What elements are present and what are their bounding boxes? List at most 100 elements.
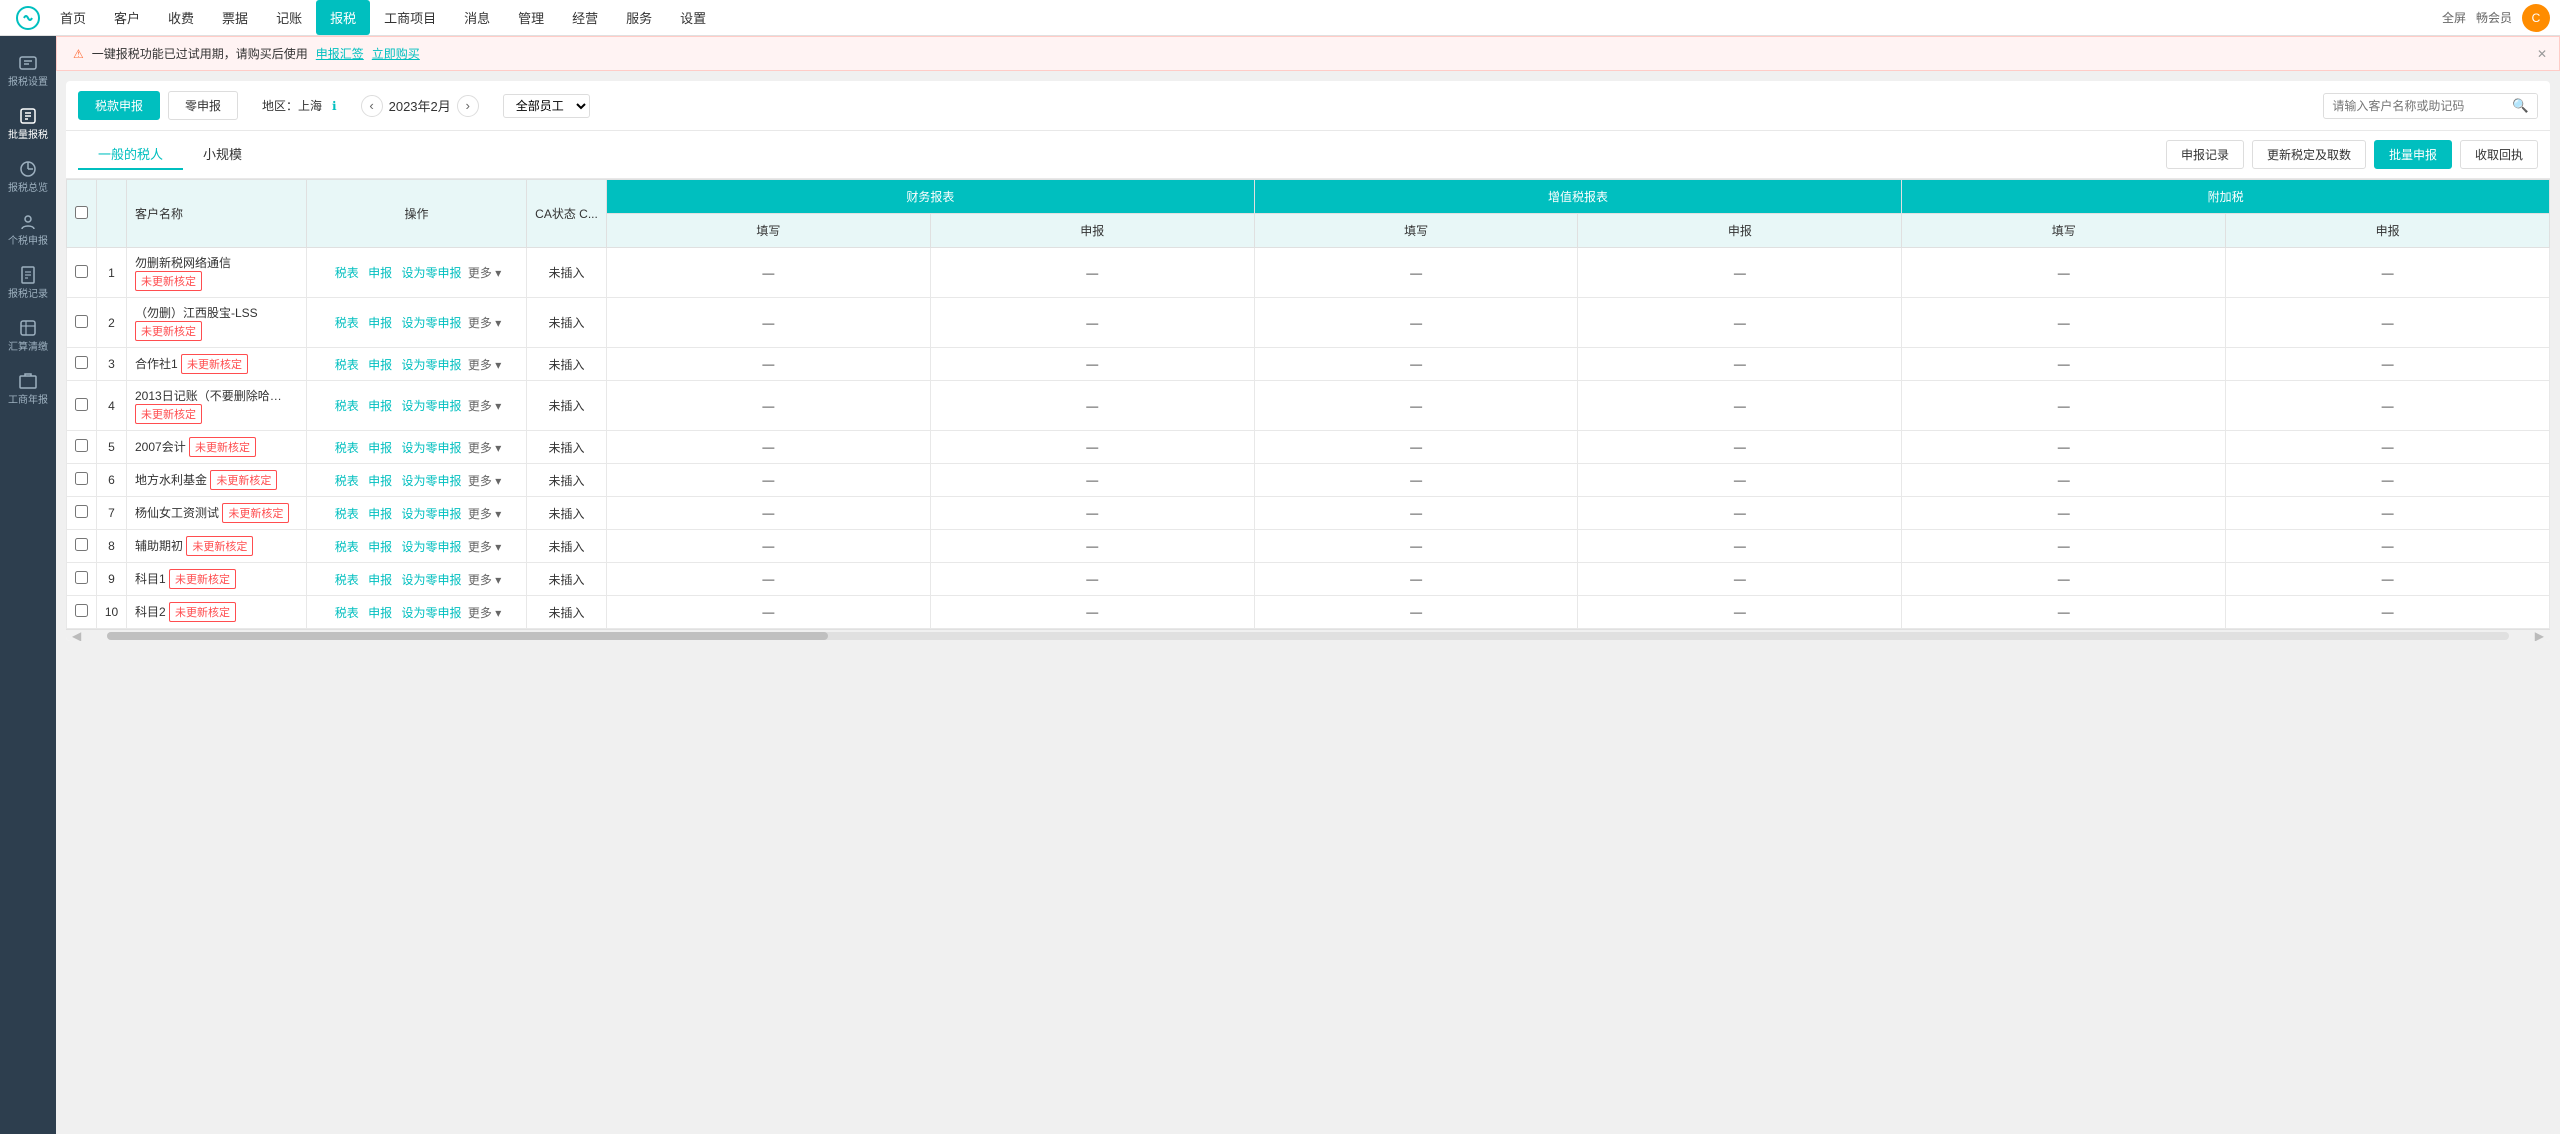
nav-settings[interactable]: 设置 bbox=[666, 0, 720, 35]
op-more-8[interactable]: 更多 ▾ bbox=[468, 573, 501, 587]
sidebar-item-annual-settlement[interactable]: 汇算清缴 bbox=[0, 309, 56, 362]
batch-declare-btn[interactable]: 批量申报 bbox=[2374, 140, 2452, 169]
scroll-left-btn[interactable]: ◀ bbox=[66, 629, 87, 641]
op-zero-3[interactable]: 设为零申报 bbox=[402, 399, 462, 413]
sub-tab-small[interactable]: 小规模 bbox=[183, 139, 262, 170]
staff-select[interactable]: 全部员工 bbox=[503, 94, 590, 118]
row-checkbox-4[interactable] bbox=[75, 439, 88, 452]
scroll-right-btn[interactable]: ▶ bbox=[2529, 629, 2550, 641]
row-checkbox-7[interactable] bbox=[75, 538, 88, 551]
search-input[interactable] bbox=[2324, 95, 2504, 117]
op-zero-0[interactable]: 设为零申报 bbox=[402, 266, 462, 280]
banner-link-declare[interactable]: 申报汇签 bbox=[316, 45, 364, 62]
op-declare-0[interactable]: 申报 bbox=[368, 266, 392, 280]
nav-operation[interactable]: 经营 bbox=[558, 0, 612, 35]
tab-zero-declare[interactable]: 零申报 bbox=[168, 91, 238, 120]
op-zero-4[interactable]: 设为零申报 bbox=[402, 441, 462, 455]
op-zero-1[interactable]: 设为零申报 bbox=[402, 316, 462, 330]
op-zero-9[interactable]: 设为零申报 bbox=[402, 606, 462, 620]
user-avatar[interactable]: C bbox=[2522, 4, 2550, 32]
row-checkbox-cell[interactable] bbox=[67, 248, 97, 298]
row-checkbox-3[interactable] bbox=[75, 398, 88, 411]
sidebar-item-tax-settings[interactable]: 报税设置 bbox=[0, 44, 56, 97]
row-checkbox-0[interactable] bbox=[75, 265, 88, 278]
op-declare-4[interactable]: 申报 bbox=[368, 441, 392, 455]
op-zero-7[interactable]: 设为零申报 bbox=[402, 540, 462, 554]
nav-tax[interactable]: 报税 bbox=[316, 0, 370, 35]
declare-record-btn[interactable]: 申报记录 bbox=[2166, 140, 2244, 169]
op-taxform-2[interactable]: 税表 bbox=[335, 358, 359, 372]
nav-manage[interactable]: 管理 bbox=[504, 0, 558, 35]
op-zero-8[interactable]: 设为零申报 bbox=[402, 573, 462, 587]
upgrade-btn[interactable]: 畅会员 bbox=[2476, 9, 2512, 26]
nav-bookkeeping[interactable]: 记账 bbox=[262, 0, 316, 35]
sidebar-item-batch-tax[interactable]: 批量报税 bbox=[0, 97, 56, 150]
fullscreen-btn[interactable]: 全屏 bbox=[2442, 9, 2466, 26]
op-declare-5[interactable]: 申报 bbox=[368, 474, 392, 488]
search-button[interactable]: 🔍 bbox=[2504, 94, 2537, 118]
row-checkbox-8[interactable] bbox=[75, 571, 88, 584]
row-checkbox-cell[interactable] bbox=[67, 596, 97, 629]
sidebar-item-business-annual[interactable]: 工商年报 bbox=[0, 362, 56, 415]
sidebar-item-record[interactable]: 报税记录 bbox=[0, 256, 56, 309]
sidebar-item-overview[interactable]: 报税总览 bbox=[0, 150, 56, 203]
op-declare-8[interactable]: 申报 bbox=[368, 573, 392, 587]
app-logo[interactable] bbox=[10, 0, 46, 36]
prev-date-btn[interactable]: ‹ bbox=[361, 95, 383, 117]
nav-billing[interactable]: 收费 bbox=[154, 0, 208, 35]
row-checkbox-cell[interactable] bbox=[67, 298, 97, 348]
op-more-0[interactable]: 更多 ▾ bbox=[468, 266, 501, 280]
nav-message[interactable]: 消息 bbox=[450, 0, 504, 35]
sub-tab-general[interactable]: 一般的税人 bbox=[78, 139, 183, 170]
op-more-1[interactable]: 更多 ▾ bbox=[468, 316, 501, 330]
op-declare-1[interactable]: 申报 bbox=[368, 316, 392, 330]
op-taxform-9[interactable]: 税表 bbox=[335, 606, 359, 620]
row-checkbox-6[interactable] bbox=[75, 505, 88, 518]
op-taxform-5[interactable]: 税表 bbox=[335, 474, 359, 488]
scroll-thumb[interactable] bbox=[107, 632, 827, 640]
horizontal-scrollbar[interactable]: ◀ ▶ bbox=[66, 629, 2550, 641]
tab-tax-declare[interactable]: 税款申报 bbox=[78, 91, 160, 120]
banner-close-btn[interactable]: ✕ bbox=[2537, 47, 2547, 61]
op-declare-9[interactable]: 申报 bbox=[368, 606, 392, 620]
row-checkbox-9[interactable] bbox=[75, 604, 88, 617]
op-taxform-6[interactable]: 税表 bbox=[335, 507, 359, 521]
nav-invoice[interactable]: 票据 bbox=[208, 0, 262, 35]
row-checkbox-2[interactable] bbox=[75, 356, 88, 369]
row-checkbox-cell[interactable] bbox=[67, 348, 97, 381]
op-declare-2[interactable]: 申报 bbox=[368, 358, 392, 372]
banner-link-buy[interactable]: 立即购买 bbox=[372, 45, 420, 62]
op-more-5[interactable]: 更多 ▾ bbox=[468, 474, 501, 488]
op-zero-5[interactable]: 设为零申报 bbox=[402, 474, 462, 488]
row-checkbox-cell[interactable] bbox=[67, 530, 97, 563]
next-date-btn[interactable]: › bbox=[457, 95, 479, 117]
op-more-2[interactable]: 更多 ▾ bbox=[468, 358, 501, 372]
op-more-7[interactable]: 更多 ▾ bbox=[468, 540, 501, 554]
update-quota-btn[interactable]: 更新税定及取数 bbox=[2252, 140, 2366, 169]
row-checkbox-cell[interactable] bbox=[67, 381, 97, 431]
select-all-checkbox[interactable] bbox=[75, 206, 88, 219]
row-checkbox-cell[interactable] bbox=[67, 563, 97, 596]
row-checkbox-cell[interactable] bbox=[67, 497, 97, 530]
op-declare-7[interactable]: 申报 bbox=[368, 540, 392, 554]
op-more-9[interactable]: 更多 ▾ bbox=[468, 606, 501, 620]
op-taxform-1[interactable]: 税表 bbox=[335, 316, 359, 330]
sidebar-item-personal-tax[interactable]: 个税申报 bbox=[0, 203, 56, 256]
nav-service[interactable]: 服务 bbox=[612, 0, 666, 35]
op-more-3[interactable]: 更多 ▾ bbox=[468, 399, 501, 413]
op-declare-6[interactable]: 申报 bbox=[368, 507, 392, 521]
op-more-6[interactable]: 更多 ▾ bbox=[468, 507, 501, 521]
op-taxform-0[interactable]: 税表 bbox=[335, 266, 359, 280]
row-checkbox-cell[interactable] bbox=[67, 431, 97, 464]
op-taxform-4[interactable]: 税表 bbox=[335, 441, 359, 455]
retrieve-result-btn[interactable]: 收取回执 bbox=[2460, 140, 2538, 169]
op-zero-6[interactable]: 设为零申报 bbox=[402, 507, 462, 521]
op-more-4[interactable]: 更多 ▾ bbox=[468, 441, 501, 455]
op-declare-3[interactable]: 申报 bbox=[368, 399, 392, 413]
op-taxform-3[interactable]: 税表 bbox=[335, 399, 359, 413]
nav-client[interactable]: 客户 bbox=[100, 0, 154, 35]
op-taxform-7[interactable]: 税表 bbox=[335, 540, 359, 554]
nav-home[interactable]: 首页 bbox=[46, 0, 100, 35]
row-checkbox-5[interactable] bbox=[75, 472, 88, 485]
nav-business[interactable]: 工商项目 bbox=[370, 0, 450, 35]
